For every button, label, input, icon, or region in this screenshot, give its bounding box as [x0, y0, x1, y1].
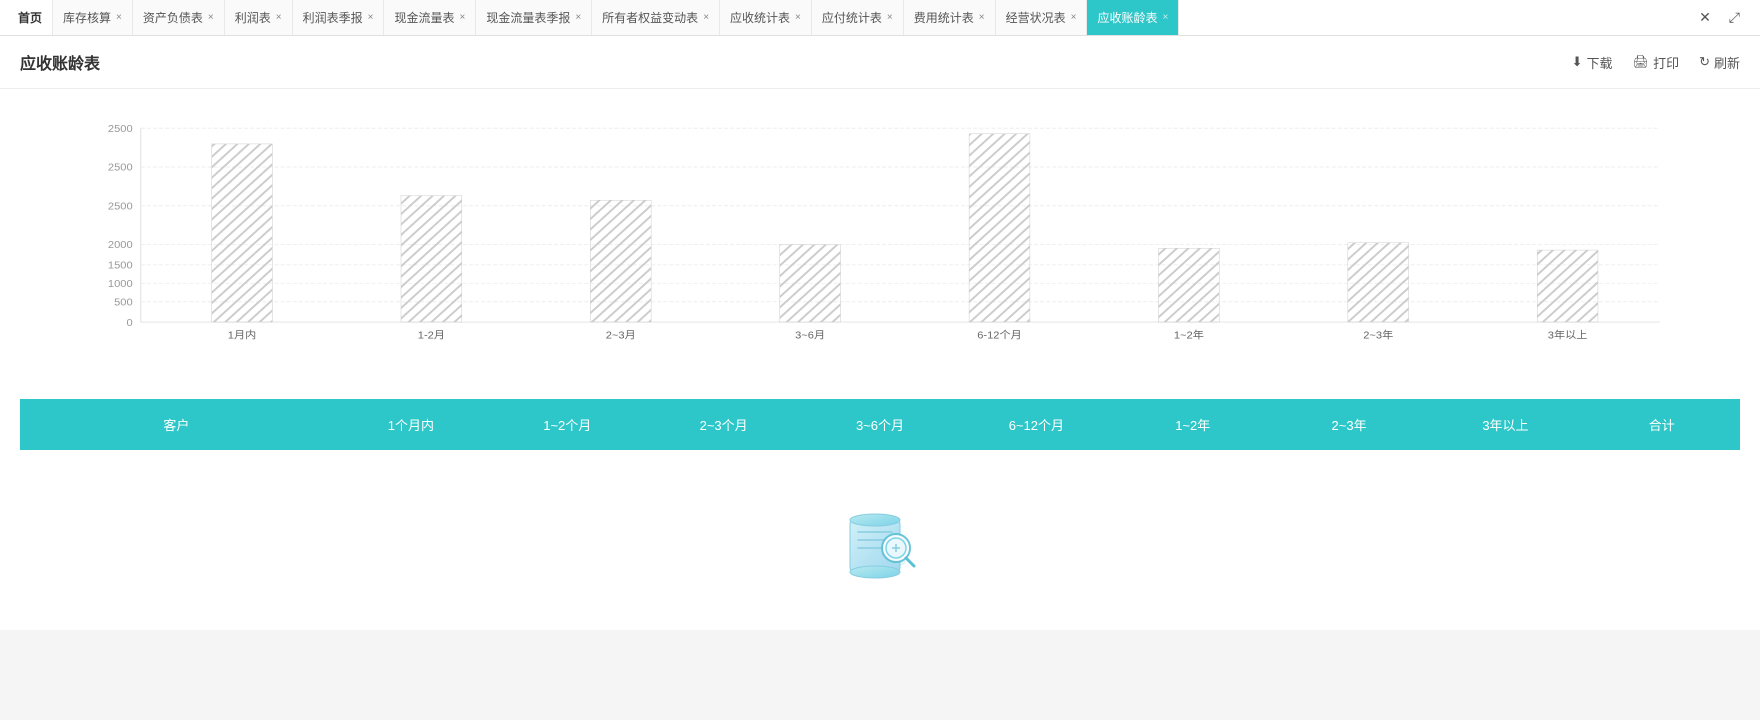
- col-customer: 客户: [20, 399, 333, 450]
- main-content: 2500 2500 2500 2000 1500 1000 500 0 1月内 …: [0, 89, 1760, 630]
- tab-close-cashflow[interactable]: ×: [459, 12, 465, 23]
- tab-close-ap-stats[interactable]: ×: [887, 12, 893, 23]
- tab-close-balance[interactable]: ×: [208, 12, 214, 23]
- tab-close-ar-aging[interactable]: ×: [1162, 12, 1168, 23]
- svg-text:500: 500: [114, 297, 133, 308]
- col-1-2y: 1~2年: [1115, 399, 1271, 450]
- col-1-2m: 1~2个月: [489, 399, 645, 450]
- tab-cashflow-quarter[interactable]: 现金流量表季报 ×: [476, 0, 592, 36]
- print-icon: 🖨: [1633, 54, 1650, 70]
- svg-text:3~6月: 3~6月: [795, 330, 825, 341]
- tab-inventory[interactable]: 库存核算 ×: [53, 0, 133, 36]
- svg-text:2500: 2500: [108, 201, 133, 212]
- tab-cashflow[interactable]: 现金流量表 ×: [384, 0, 476, 36]
- download-button[interactable]: ⬇ 下载: [1572, 53, 1613, 72]
- svg-text:1~2年: 1~2年: [1174, 329, 1204, 341]
- tab-profit-quarter[interactable]: 利润表季报 ×: [293, 0, 385, 36]
- tab-equity[interactable]: 所有者权益变动表 ×: [592, 0, 720, 36]
- page-title: 应收账龄表: [20, 50, 100, 74]
- col-2-3m: 2~3个月: [645, 399, 801, 450]
- svg-text:2500: 2500: [108, 123, 133, 134]
- svg-text:1000: 1000: [108, 278, 133, 289]
- print-button[interactable]: 🖨 打印: [1633, 53, 1680, 72]
- tab-ap-stats[interactable]: 应付统计表 ×: [812, 0, 904, 36]
- tab-close-ar-stats[interactable]: ×: [795, 12, 801, 23]
- col-3y-plus: 3年以上: [1427, 399, 1583, 450]
- svg-text:1-2月: 1-2月: [418, 330, 445, 341]
- svg-text:1500: 1500: [108, 260, 133, 271]
- bar-chart: 2500 2500 2500 2000 1500 1000 500 0 1月内 …: [80, 119, 1680, 359]
- tab-ar-stats[interactable]: 应收统计表 ×: [720, 0, 812, 36]
- chart-area: 2500 2500 2500 2000 1500 1000 500 0 1月内 …: [20, 109, 1740, 399]
- page-header: 应收账龄表 ⬇ 下载 🖨 打印 ↻ 刷新: [0, 36, 1760, 89]
- col-2-3y: 2~3年: [1271, 399, 1427, 450]
- tab-close-cashflow-quarter[interactable]: ×: [575, 12, 581, 23]
- tab-home[interactable]: 首页: [8, 0, 53, 36]
- refresh-icon: ↻: [1699, 54, 1710, 70]
- tab-expense[interactable]: 费用统计表 ×: [904, 0, 996, 36]
- svg-text:2500: 2500: [108, 162, 133, 173]
- tab-profit[interactable]: 利润表 ×: [225, 0, 293, 36]
- tab-close-inventory[interactable]: ×: [116, 12, 122, 23]
- svg-text:2000: 2000: [108, 240, 133, 251]
- col-total: 合计: [1584, 399, 1740, 450]
- tab-bar: 首页 库存核算 × 资产负债表 × 利润表 × 利润表季报 × 现金流量表 × …: [0, 0, 1760, 36]
- empty-icon: [830, 490, 930, 590]
- svg-text:2~3月: 2~3月: [606, 330, 636, 341]
- tab-ar-aging[interactable]: 应收账龄表 ×: [1087, 0, 1179, 36]
- tab-close-equity[interactable]: ×: [703, 12, 709, 23]
- window-maximize-button[interactable]: ⤢: [1725, 7, 1744, 28]
- header-actions: ⬇ 下载 🖨 打印 ↻ 刷新: [1572, 53, 1740, 72]
- refresh-button[interactable]: ↻ 刷新: [1699, 53, 1740, 72]
- svg-text:0: 0: [126, 317, 132, 328]
- col-3-6m: 3~6个月: [802, 399, 958, 450]
- svg-text:1月内: 1月内: [228, 329, 256, 341]
- svg-text:6-12个月: 6-12个月: [977, 330, 1022, 341]
- svg-text:2~3年: 2~3年: [1363, 329, 1393, 341]
- tab-bar-right: ✕ ⤢: [1695, 7, 1752, 28]
- window-close-button[interactable]: ✕: [1695, 7, 1715, 28]
- tab-close-profit[interactable]: ×: [276, 12, 282, 23]
- table-header: 客户 1个月内 1~2个月 2~3个月 3~6个月 6~12个月 1~2年 2~…: [20, 399, 1740, 450]
- col-6-12m: 6~12个月: [958, 399, 1114, 450]
- tab-operations[interactable]: 经营状况表 ×: [996, 0, 1088, 36]
- tab-balance[interactable]: 资产负债表 ×: [133, 0, 225, 36]
- download-icon: ⬇: [1572, 54, 1583, 70]
- tab-close-operations[interactable]: ×: [1071, 12, 1077, 23]
- tab-close-profit-quarter[interactable]: ×: [368, 12, 374, 23]
- col-1m: 1个月内: [333, 399, 489, 450]
- svg-text:3年以上: 3年以上: [1548, 329, 1588, 341]
- empty-state: [20, 450, 1740, 610]
- tab-close-expense[interactable]: ×: [979, 12, 985, 23]
